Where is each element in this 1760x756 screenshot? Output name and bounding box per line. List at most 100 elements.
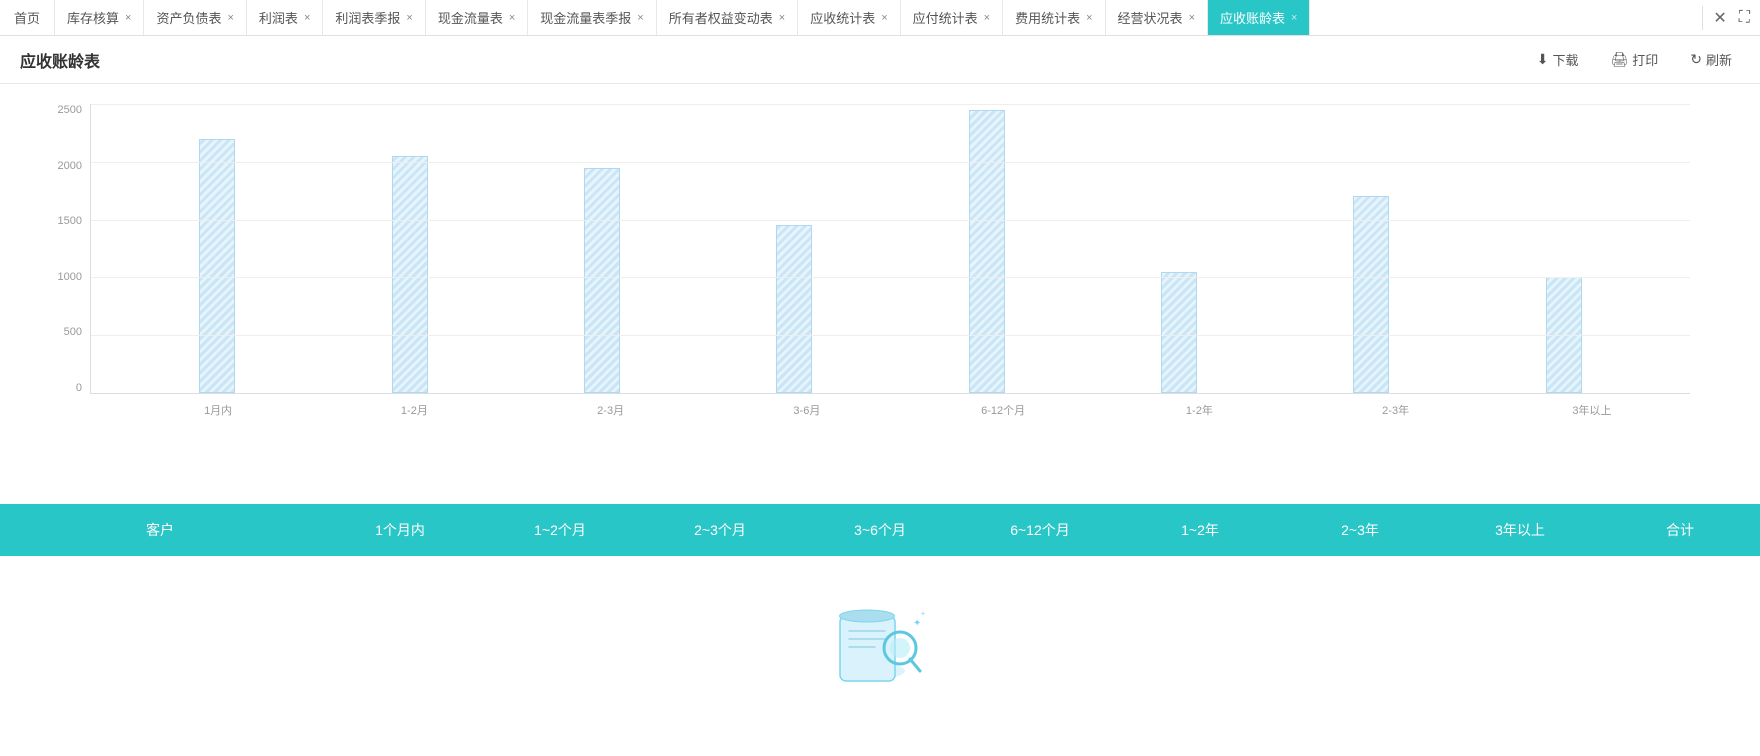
page-actions: ⬇ 下载 🖨 打印 ↻ 刷新	[1529, 46, 1740, 73]
download-label: 下载	[1552, 50, 1578, 69]
tab-operation-status[interactable]: 经营状况表 ×	[1106, 0, 1208, 36]
x-label-6: 2-3年	[1298, 402, 1494, 418]
tab-bar-actions: ✕ ⛶	[1702, 6, 1760, 30]
tab-close-profit[interactable]: ×	[304, 12, 310, 24]
y-axis: 2500 2000 1500 1000 500 0	[40, 104, 90, 394]
tab-equity-changes[interactable]: 所有者权益变动表 ×	[657, 0, 798, 36]
tab-close-ap-stats[interactable]: ×	[984, 12, 990, 24]
bar-group-1	[313, 104, 505, 393]
bar-3	[776, 225, 812, 393]
x-label-1: 1-2月	[316, 402, 512, 418]
tab-close-inventory[interactable]: ×	[125, 12, 131, 24]
tab-ar-stats[interactable]: 应收统计表×	[798, 0, 900, 36]
bar-group-5	[1083, 104, 1275, 393]
chart-container: 2500 2000 1500 1000 500 0	[40, 104, 1720, 444]
tab-close-ar-stats[interactable]: ×	[881, 12, 887, 24]
th-col-7: 2~3年	[1280, 520, 1440, 540]
close-window-icon[interactable]: ✕	[1711, 6, 1728, 30]
tab-cashflow-quarterly[interactable]: 现金流量表季报 ×	[528, 0, 656, 36]
bar-group-4	[891, 104, 1083, 393]
tab-close-expense-stats[interactable]: ×	[1086, 12, 1092, 24]
tab-label-operation-status: 经营状况表	[1118, 8, 1183, 27]
page-header: 应收账龄表 ⬇ 下载 🖨 打印 ↻ 刷新	[0, 36, 1760, 84]
tab-label-equity-changes: 所有者权益变动表	[669, 8, 773, 27]
x-label-3: 3-6月	[709, 402, 905, 418]
download-button[interactable]: ⬇ 下载	[1529, 46, 1587, 73]
tab-bar: 首页 库存核算×资产负债表×利润表×利润表季报×现金流量表×现金流量表季报×所有…	[0, 0, 1760, 36]
tab-ar-aging[interactable]: 应收账龄表 ×	[1208, 0, 1310, 36]
tab-close-ar-aging[interactable]: ×	[1291, 12, 1297, 24]
tab-label-profit-quarterly: 利润表季报	[335, 8, 400, 27]
chart-section: 2500 2000 1500 1000 500 0	[0, 84, 1760, 504]
tab-label-cashflow: 现金流量表	[438, 8, 503, 27]
grid-line-3	[91, 220, 1690, 221]
y-label-2500-top: 2500	[58, 104, 82, 116]
bar-group-6	[1275, 104, 1467, 393]
tab-close-profit-quarterly[interactable]: ×	[406, 12, 412, 24]
tabs-container: 库存核算×资产负债表×利润表×利润表季报×现金流量表×现金流量表季报×所有者权益…	[55, 0, 1310, 36]
tab-expense-stats[interactable]: 费用统计表 ×	[1003, 0, 1105, 36]
grid-line-4	[91, 277, 1690, 278]
table-header: 客户1个月内1~2个月2~3个月3~6个月6~12个月1~2年2~3年3年以上合…	[0, 504, 1760, 556]
tab-close-equity-changes[interactable]: ×	[779, 12, 785, 24]
tab-close-cashflow-quarterly[interactable]: ×	[637, 12, 643, 24]
tab-label-ap-stats: 应付统计表	[913, 8, 978, 27]
main-content: 2500 2000 1500 1000 500 0	[0, 84, 1760, 756]
bar-group-2	[506, 104, 698, 393]
page-title: 应收账龄表	[20, 48, 100, 72]
tab-close-cashflow[interactable]: ×	[509, 12, 515, 24]
bar-2	[584, 168, 620, 393]
refresh-icon: ↻	[1690, 51, 1702, 68]
x-label-7: 3年以上	[1494, 402, 1690, 418]
th-col-1: 1个月内	[320, 520, 480, 540]
print-label: 打印	[1632, 50, 1658, 69]
download-icon: ⬇	[1537, 51, 1549, 68]
th-col-4: 3~6个月	[800, 520, 960, 540]
bar-1	[392, 156, 428, 393]
tab-label-inventory: 库存核算	[67, 8, 119, 27]
empty-illustration: ✦ ✦	[820, 596, 940, 696]
bars-container	[91, 104, 1690, 393]
bar-5	[1161, 272, 1197, 393]
svg-text:✦: ✦	[920, 610, 926, 618]
tab-profit-quarterly[interactable]: 利润表季报 ×	[323, 0, 425, 36]
th-col-9: 合计	[1600, 520, 1760, 540]
th-col-3: 2~3个月	[640, 520, 800, 540]
tab-label-ar-aging: 应收账龄表	[1220, 8, 1285, 27]
chart-inner	[90, 104, 1690, 394]
tab-balance-sheet[interactable]: 资产负债表 ×	[144, 0, 246, 36]
grid-line-1	[91, 104, 1690, 105]
tab-bar-items: 首页 库存核算×资产负债表×利润表×利润表季报×现金流量表×现金流量表季报×所有…	[0, 0, 1702, 36]
x-axis-labels: 1月内1-2月2-3月3-6月6-12个月1-2年2-3年3年以上	[90, 394, 1720, 418]
grid-line-5	[91, 335, 1690, 336]
tab-cashflow[interactable]: 现金流量表 ×	[426, 0, 528, 36]
y-label-2000: 2000	[58, 160, 82, 172]
th-col-8: 3年以上	[1440, 520, 1600, 540]
bar-0	[199, 139, 235, 393]
bar-group-3	[698, 104, 890, 393]
th-col-6: 1~2年	[1120, 520, 1280, 540]
x-label-5: 1-2年	[1101, 402, 1297, 418]
tab-inventory[interactable]: 库存核算 ×	[55, 0, 144, 36]
y-label-1500: 1500	[58, 215, 82, 227]
print-button[interactable]: 🖨 打印	[1602, 46, 1666, 73]
tab-label-expense-stats: 费用统计表	[1015, 8, 1080, 27]
tab-close-balance-sheet[interactable]: ×	[227, 12, 233, 24]
tab-label-cashflow-quarterly: 现金流量表季报	[540, 8, 631, 27]
bar-6	[1353, 196, 1389, 393]
tab-home[interactable]: 首页	[0, 0, 55, 36]
tab-label-balance-sheet: 资产负债表	[156, 8, 221, 27]
refresh-button[interactable]: ↻ 刷新	[1682, 46, 1740, 73]
empty-state: ✦ ✦	[0, 556, 1760, 756]
tab-profit[interactable]: 利润表×	[247, 0, 323, 36]
th-col-0: 客户	[0, 520, 320, 540]
th-col-2: 1~2个月	[480, 520, 640, 540]
grid-line-2	[91, 162, 1690, 163]
th-col-5: 6~12个月	[960, 520, 1120, 540]
maximize-window-icon[interactable]: ⛶	[1737, 7, 1752, 29]
tab-ap-stats[interactable]: 应付统计表 ×	[901, 0, 1003, 36]
y-label-1000: 1000	[58, 271, 82, 283]
x-label-0: 1月内	[120, 402, 316, 418]
tab-close-operation-status[interactable]: ×	[1189, 12, 1195, 24]
print-icon: 🖨	[1610, 51, 1628, 68]
